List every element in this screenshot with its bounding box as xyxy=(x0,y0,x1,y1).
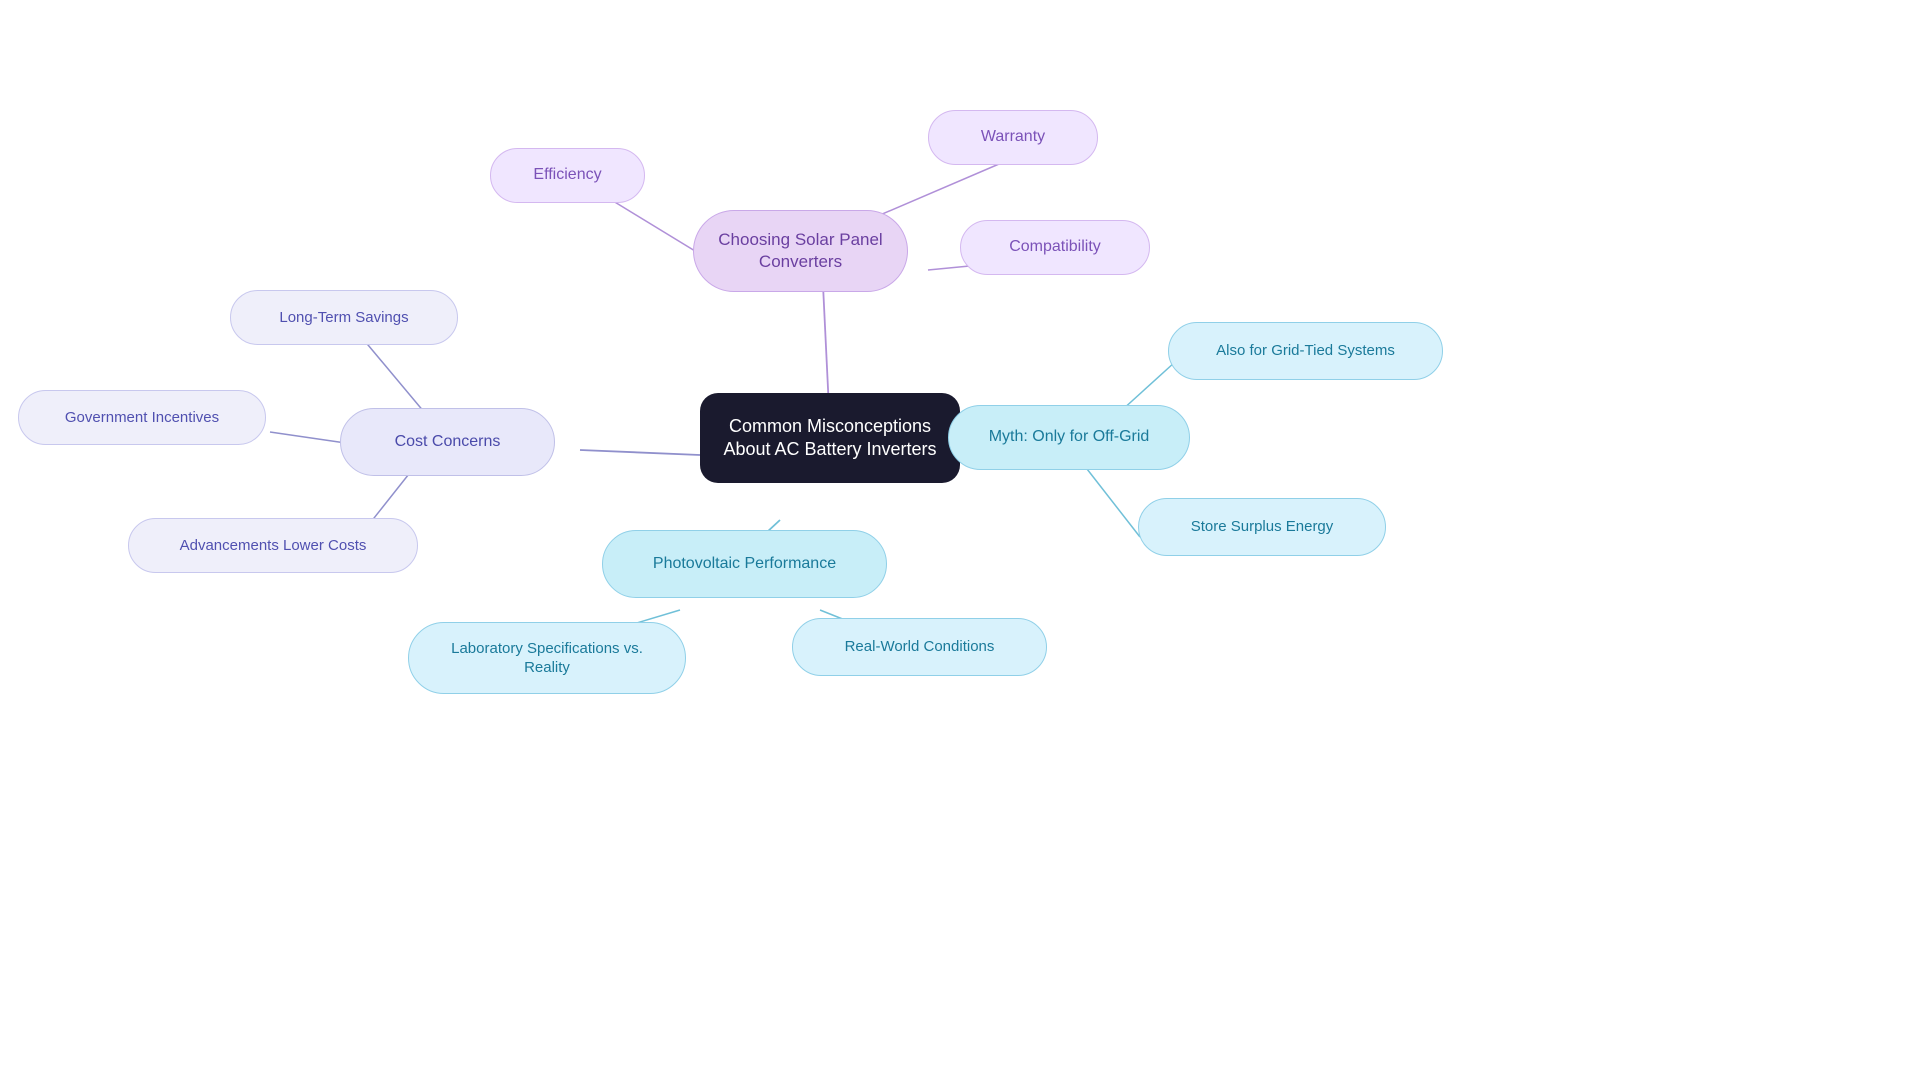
efficiency-node: Efficiency xyxy=(490,148,645,203)
advancements-lower-costs-node: Advancements Lower Costs xyxy=(128,518,418,573)
lab-spec-node: Laboratory Specifications vs.Reality xyxy=(408,622,686,694)
center-node: Common MisconceptionsAbout AC Battery In… xyxy=(700,393,960,483)
government-incentives-node: Government Incentives xyxy=(18,390,266,445)
myth-off-grid-node: Myth: Only for Off-Grid xyxy=(948,405,1190,470)
long-term-savings-node: Long-Term Savings xyxy=(230,290,458,345)
choosing-node: Choosing Solar PanelConverters xyxy=(693,210,908,292)
also-grid-tied-node: Also for Grid-Tied Systems xyxy=(1168,322,1443,380)
photovoltaic-performance-node: Photovoltaic Performance xyxy=(602,530,887,598)
cost-concerns-node: Cost Concerns xyxy=(340,408,555,476)
real-world-conditions-node: Real-World Conditions xyxy=(792,618,1047,676)
compatibility-node: Compatibility xyxy=(960,220,1150,275)
store-surplus-energy-node: Store Surplus Energy xyxy=(1138,498,1386,556)
warranty-node: Warranty xyxy=(928,110,1098,165)
